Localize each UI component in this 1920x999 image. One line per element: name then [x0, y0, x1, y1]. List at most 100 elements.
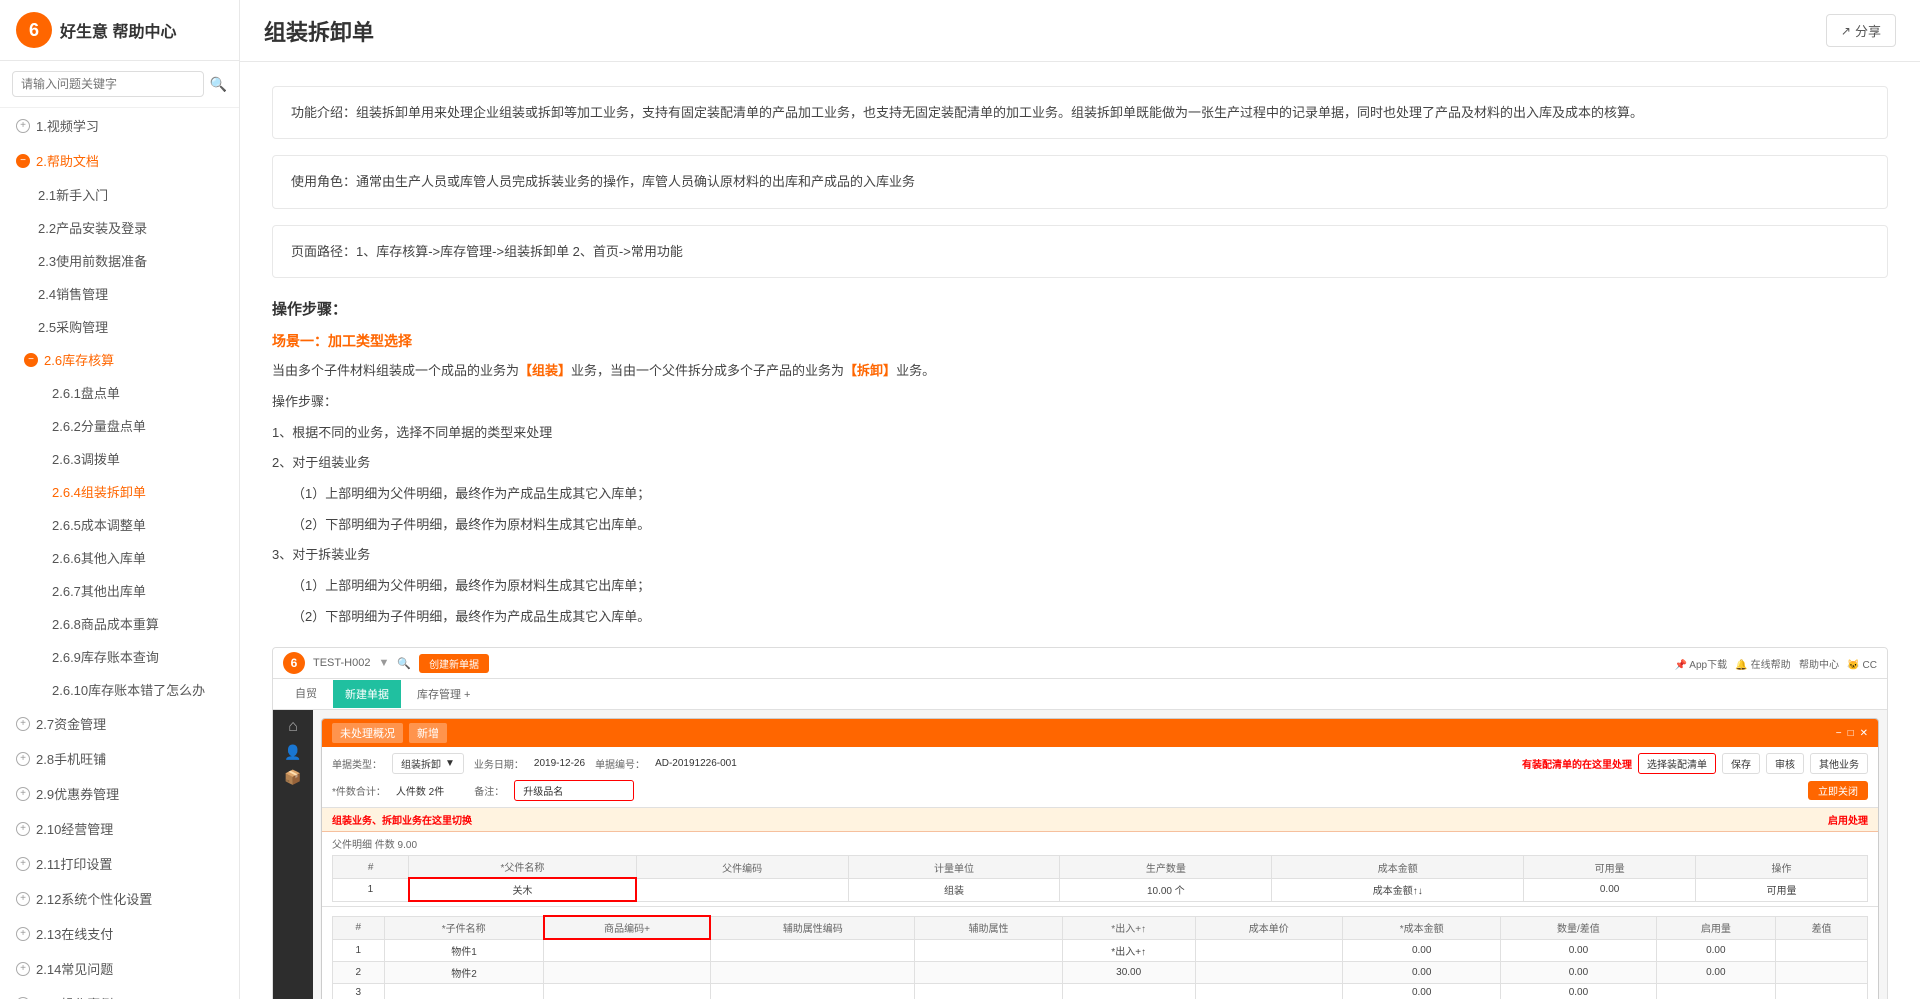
sidebar-item-data[interactable]: 2.3使用前数据准备 [0, 244, 239, 277]
sidebar-item-transfer[interactable]: 2.6.3调拨单 [0, 442, 239, 475]
mini-home[interactable]: ⌂ [288, 718, 298, 736]
upper-table-section: 父件明细 件数 9.00 # *父件名称 父件编码 计量单位 生产 [322, 832, 1878, 906]
expand-icon-coupon: + [16, 787, 30, 801]
expand-icon-mobile: + [16, 752, 30, 766]
app-icons: 📌 App下载 🔔 在线帮助 帮助中心 🐱 CC [1675, 656, 1877, 671]
sidebar-item-biz[interactable]: + 2.10经营管理 [0, 811, 239, 846]
sidebar-item-docs[interactable]: − 2.帮助文档 [0, 143, 239, 178]
doc-type-select[interactable]: 组装拆卸 ▼ [392, 753, 464, 774]
sidebar-item-stocktake[interactable]: 2.6.1盘点单 [0, 376, 239, 409]
sidebar-item-inbound[interactable]: 2.6.6其他入库单 [0, 541, 239, 574]
sidebar-header: 6 好生意 帮助中心 [0, 0, 239, 61]
tab-new[interactable]: 新增 [409, 723, 447, 743]
dropdown-icon: ▼ [445, 758, 455, 769]
sidebar-item-inventory[interactable]: − 2.6库存核算 [0, 343, 239, 376]
op-btn3[interactable]: 其他业务 [1810, 753, 1868, 774]
scene1-desc: 当由多个子件材料组装成一个成品的业务为【组装】业务，当由一个父件拆分成多个子产品… [272, 359, 1888, 384]
sidebar-item-install[interactable]: 2.2产品安装及登录 [0, 211, 239, 244]
lth-qty-diff: 数量/差值 [1501, 916, 1656, 939]
annotation-enable: 启用处理 [1828, 812, 1868, 827]
intro-block-2: 使用角色：通常由生产人员或库管人员完成拆装业务的操作，库管人员确认原材料的出库和… [272, 155, 1888, 208]
nav-home[interactable]: 自贸 [283, 679, 329, 709]
share-icon: ↗ [1841, 24, 1851, 38]
nav-section: + 1.视频学习 − 2.帮助文档 2.1新手入门 2.2产品安装及登录 2.3… [0, 108, 239, 999]
search-icon[interactable]: 🔍 [210, 76, 227, 93]
sidebar-item-mobile[interactable]: + 2.8手机旺铺 [0, 741, 239, 776]
sidebar-item-stock-error[interactable]: 2.6.10库存账本错了怎么办 [0, 673, 239, 706]
row1-avail: 0.00 [1524, 878, 1696, 901]
step1: 1、根据不同的业务，选择不同单据的类型来处理 [272, 421, 1888, 446]
step3-2: （2）下部明细为子件明细，最终作为产成品生成其它入库单。 [292, 605, 1888, 630]
tab-overview[interactable]: 未处理概况 [332, 723, 403, 743]
sidebar-item-system[interactable]: + 2.12系统个性化设置 [0, 881, 239, 916]
share-button[interactable]: ↗ 分享 [1826, 14, 1896, 47]
bom-select-btn[interactable]: 选择装配清单 [1638, 753, 1716, 774]
expand-icon-finance: + [16, 717, 30, 731]
sidebar-item-finance[interactable]: + 2.7资金管理 [0, 706, 239, 741]
sidebar-item-stock-ledger[interactable]: 2.6.9库存账本查询 [0, 640, 239, 673]
doc-type-value: 组装拆卸 [401, 756, 441, 771]
annotation-bom: 有装配清单的在这里处理 [1522, 756, 1632, 771]
upper-table-row-1: 1 关木 组装 10.00 个 成本金额↑↓ 0.00 可用量 [333, 878, 1868, 901]
sidebar-item-faq[interactable]: + 2.14常见问题 [0, 951, 239, 986]
sidebar-item-outbound[interactable]: 2.6.7其他出库单 [0, 574, 239, 607]
lower-table: # *子件名称 商品编码+ 辅助属性编码 辅助属性 *出入+↑ 成本单价 *成本… [332, 915, 1868, 999]
nav-new-tab[interactable]: 新建单据 [333, 680, 401, 708]
ctrl-close[interactable]: ✕ [1860, 728, 1868, 739]
screenshot-container: 6 TEST-H002 ▼ 🔍 创建新单据 📌 App下载 🔔 在线帮助 帮助中… [272, 647, 1888, 999]
op-btn2[interactable]: 审核 [1766, 753, 1804, 774]
row1-unit: 组装 [848, 878, 1060, 901]
mini-user[interactable]: 👤 [284, 744, 301, 761]
lth-cost-amt: *成本金额 [1343, 916, 1501, 939]
th-ops: 操作 [1696, 856, 1868, 879]
sidebar-item-stocktake2[interactable]: 2.6.2分量盘点单 [0, 409, 239, 442]
storage-label: *件数合计： [332, 783, 386, 798]
nav-tab2[interactable]: 库存管理 + [405, 680, 482, 708]
th-parent-name: *父件名称 [409, 856, 636, 879]
doc-type-label: 单据类型： [332, 756, 382, 771]
app-logo-icon: 6 [16, 12, 52, 48]
page-title: 组装拆卸单 [264, 15, 374, 47]
app-nav-tabs: 自贸 新建单据 库存管理 + [273, 679, 1887, 710]
sidebar: 6 好生意 帮助中心 🔍 + 1.视频学习 − 2.帮助文档 2.1新手入门 2… [0, 0, 240, 999]
lth-aux-code: 辅助属性编码 [710, 916, 914, 939]
sidebar-item-cases[interactable]: + 2.15操作案例 [0, 986, 239, 999]
op-btn1[interactable]: 保存 [1722, 753, 1760, 774]
ctrl-min[interactable]: − [1836, 728, 1842, 739]
app-form-window: 未处理概况 新增 − □ ✕ [321, 718, 1879, 999]
lth-child-code-plus: 商品编码+ [544, 916, 710, 939]
ctrl-max[interactable]: □ [1848, 728, 1854, 739]
search-input[interactable] [12, 71, 204, 97]
ops-heading: 操作步骤： [272, 298, 1888, 319]
sidebar-item-video[interactable]: + 1.视频学习 [0, 108, 239, 143]
expand-icon-active: − [16, 154, 30, 168]
mini-box[interactable]: 📦 [284, 769, 301, 786]
app-topbar: 6 TEST-H002 ▼ 🔍 创建新单据 📌 App下载 🔔 在线帮助 帮助中… [273, 648, 1887, 679]
sidebar-item-print[interactable]: + 2.11打印设置 [0, 846, 239, 881]
app-screenshot: 6 TEST-H002 ▼ 🔍 创建新单据 📌 App下载 🔔 在线帮助 帮助中… [273, 648, 1887, 999]
sidebar-item-cost-adj[interactable]: 2.6.5成本调整单 [0, 508, 239, 541]
bom-area: 有装配清单的在这里处理 选择装配清单 保存 审核 其他业务 [1522, 753, 1868, 774]
lth-aux-attr: 辅助属性 [915, 916, 1062, 939]
row1-op: 可用量 [1696, 878, 1868, 901]
sidebar-item-newbie[interactable]: 2.1新手入门 [0, 178, 239, 211]
sidebar-item-coupon[interactable]: + 2.9优惠券管理 [0, 776, 239, 811]
search-box: 🔍 [0, 61, 239, 108]
intro-text-1: 功能介绍：组装拆卸单用来处理企业组装或拆卸等加工业务，支持有固定装配清单的产品加… [291, 105, 1643, 120]
form-row2: *件数合计： 人件数 2件 备注： 升级品名 立即关闭 [332, 780, 1868, 801]
sidebar-item-payment[interactable]: + 2.13在线支付 [0, 916, 239, 951]
lth-avail: 启用量 [1656, 916, 1776, 939]
expand-icon-system: + [16, 892, 30, 906]
confirm-btn[interactable]: 立即关闭 [1808, 781, 1868, 800]
row1-prod: 10.00 个 [1060, 878, 1272, 901]
sidebar-item-assembly[interactable]: 2.6.4组装拆卸单 [0, 475, 239, 508]
scene1-heading: 场景一：加工类型选择 [272, 331, 1888, 351]
sidebar-item-cost-recalc[interactable]: 2.6.8商品成本重算 [0, 607, 239, 640]
app-content-split: ⌂ 👤 📦 未处理概况 新增 [273, 710, 1887, 999]
content-area: 功能介绍：组装拆卸单用来处理企业组装或拆卸等加工业务，支持有固定装配清单的产品加… [240, 62, 1920, 999]
sidebar-item-purchase[interactable]: 2.5采购管理 [0, 310, 239, 343]
sidebar-item-sales[interactable]: 2.4销售管理 [0, 277, 239, 310]
note-input[interactable]: 升级品名 [514, 780, 634, 801]
window-controls: − □ ✕ [1836, 728, 1868, 739]
lower-table-section: # *子件名称 商品编码+ 辅助属性编码 辅助属性 *出入+↑ 成本单价 *成本… [322, 906, 1878, 999]
